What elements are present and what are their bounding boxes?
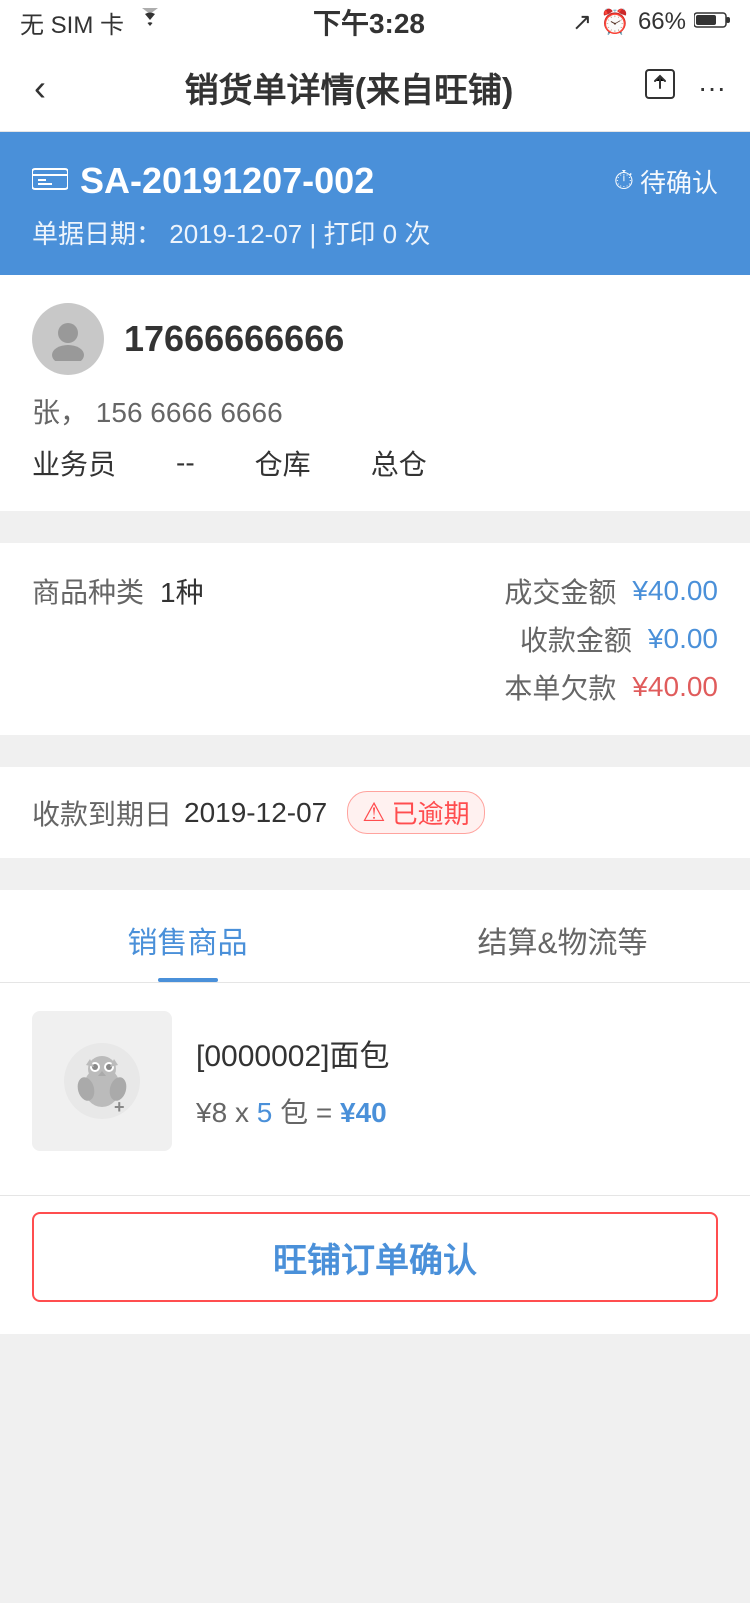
customer-card: 17666666666 张， 156 6666 6666 业务员 -- 仓库 总… [0, 275, 750, 511]
status-text: 待确认 [640, 163, 718, 200]
status-bar: 无 SIM 卡 下午3:28 ↗ ⏰ 66% [0, 0, 750, 44]
amount-value-2: ¥40.00 [632, 671, 718, 703]
staff-label: 业务员 [32, 443, 116, 483]
order-icon [32, 160, 68, 202]
status-left: 无 SIM 卡 [20, 5, 166, 40]
tab-sales[interactable]: 销售商品 [0, 890, 375, 982]
overdue-badge: ⚠ 已逾期 [347, 791, 484, 834]
nav-actions: ··· [642, 66, 726, 109]
confirm-order-button[interactable]: 旺铺订单确认 [32, 1212, 718, 1302]
product-name: [0000002]面包 [196, 1031, 718, 1075]
unit-label: 包 [280, 1097, 308, 1128]
battery-icon [694, 8, 730, 36]
product-thumbnail: + [32, 1011, 172, 1151]
unit-price: ¥8 [196, 1097, 227, 1128]
warehouse-value: 总仓 [371, 443, 427, 483]
customer-name: 张， [32, 397, 88, 428]
tab-bar: 销售商品 结算&物流等 [0, 890, 750, 983]
date-label: 单据日期： [32, 219, 162, 249]
clock-icon: ⏱ [614, 165, 634, 197]
amount-label-1: 收款金额 [520, 619, 632, 659]
bottom-bar: 旺铺订单确认 [0, 1195, 750, 1334]
equals-sign: = [316, 1097, 340, 1128]
warning-icon: ⚠ [362, 797, 385, 828]
order-date: 2019-12-07 [169, 219, 302, 249]
order-header: SA-20191207-002 ⏱ 待确认 单据日期： 2019-12-07 |… [0, 132, 750, 275]
share-button[interactable] [642, 66, 678, 109]
divider-2 [0, 751, 750, 767]
amount-value-0: ¥40.00 [632, 575, 718, 607]
overdue-text: 已逾期 [392, 794, 470, 831]
summary-card: 商品种类 1种 成交金额 ¥40.00 收款金额 ¥0.00 本单欠款 ¥40.… [0, 543, 750, 735]
product-total: ¥40 [340, 1097, 387, 1128]
product-qty: 5 [257, 1097, 273, 1128]
wifi-icon [134, 8, 166, 37]
order-number: SA-20191207-002 [80, 160, 374, 202]
product-item: + [0000002]面包 ¥8 x 5 包 = ¥40 [32, 1011, 718, 1151]
category-row: 商品种类 1种 [32, 571, 504, 611]
category-label: 商品种类 [32, 571, 144, 611]
due-date: 2019-12-07 [184, 797, 327, 829]
amount-row-1: 收款金额 ¥0.00 [520, 619, 718, 659]
sim-status: 无 SIM 卡 [20, 5, 124, 40]
due-label: 收款到期日 [32, 793, 172, 833]
page-title: 销货单详情(来自旺铺) [56, 63, 642, 112]
order-meta: 单据日期： 2019-12-07 | 打印 0 次 [32, 214, 718, 251]
battery-level: 66% [638, 8, 686, 36]
staff-value: -- [176, 447, 195, 479]
tab-billing[interactable]: 结算&物流等 [375, 890, 750, 982]
order-status: ⏱ 待确认 [614, 163, 718, 200]
price-separator: x [235, 1097, 257, 1128]
more-button[interactable]: ··· [698, 72, 726, 104]
status-time: 下午3:28 [313, 2, 425, 42]
customer-alt-phone: 156 6666 6666 [96, 397, 283, 428]
amount-label-0: 成交金额 [504, 571, 616, 611]
amount-label-2: 本单欠款 [504, 667, 616, 707]
product-price: ¥8 x 5 包 = ¥40 [196, 1091, 718, 1131]
divider-1 [0, 527, 750, 543]
customer-meta: 业务员 -- 仓库 总仓 [32, 443, 718, 483]
customer-phone: 17666666666 [124, 318, 344, 360]
summary-right: 成交金额 ¥40.00 收款金额 ¥0.00 本单欠款 ¥40.00 [504, 571, 718, 707]
location-icon: ↗ [572, 8, 592, 37]
svg-text:+: + [114, 1097, 125, 1117]
amount-value-1: ¥0.00 [648, 623, 718, 655]
warehouse-label: 仓库 [255, 443, 311, 483]
due-card: 收款到期日 2019-12-07 ⚠ 已逾期 [0, 767, 750, 858]
print-info: | 打印 0 次 [309, 219, 430, 249]
category-value: 1种 [160, 571, 204, 611]
customer-avatar [32, 303, 104, 375]
divider-3 [0, 874, 750, 890]
back-button[interactable]: ‹ [24, 57, 56, 119]
customer-info: 张， 156 6666 6666 [32, 391, 718, 431]
alarm-icon: ⏰ [600, 8, 630, 37]
amount-row-0: 成交金额 ¥40.00 [504, 571, 718, 611]
amount-row-2: 本单欠款 ¥40.00 [504, 667, 718, 707]
order-id-row: SA-20191207-002 [32, 160, 374, 202]
summary-left: 商品种类 1种 [32, 571, 504, 617]
nav-bar: ‹ 销货单详情(来自旺铺) ··· [0, 44, 750, 132]
status-right: ↗ ⏰ 66% [572, 8, 730, 37]
product-info: [0000002]面包 ¥8 x 5 包 = ¥40 [196, 1031, 718, 1131]
